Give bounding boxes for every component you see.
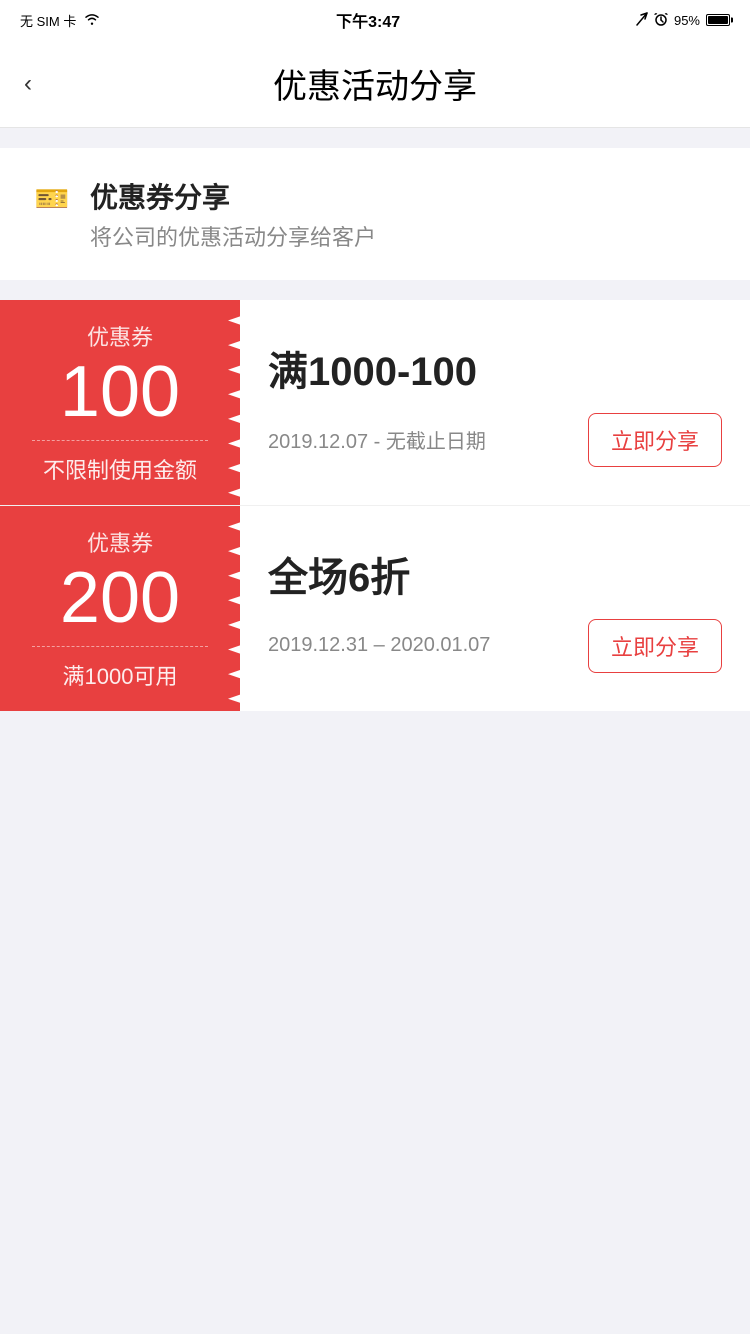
status-time: 下午3:47 bbox=[336, 8, 400, 32]
bottom-area bbox=[0, 711, 750, 1271]
battery-icon bbox=[706, 14, 730, 26]
back-button[interactable]: ‹ bbox=[24, 70, 32, 98]
section-subtitle: 将公司的优惠活动分享给客户 bbox=[90, 220, 376, 252]
coupon-condition-1: 不限制使用金额 bbox=[43, 453, 197, 485]
location-icon bbox=[636, 12, 648, 29]
alarm-icon bbox=[654, 12, 668, 29]
section-title: 优惠券分享 bbox=[90, 176, 376, 216]
coupon-label-2: 优惠券 bbox=[87, 526, 153, 558]
status-bar: 无 SIM 卡 下午3:47 95% bbox=[0, 0, 750, 40]
coupon-right-2: 全场6折 2019.12.31 – 2020.01.07 立即分享 bbox=[240, 506, 750, 711]
coupon-condition-2: 满1000可用 bbox=[63, 659, 178, 691]
coupon-name-2: 全场6折 bbox=[268, 545, 722, 603]
nav-bar: ‹ 优惠活动分享 bbox=[0, 40, 750, 128]
coupon-left-2: 优惠券 200 满1000可用 bbox=[0, 506, 240, 711]
page-title: 优惠活动分享 bbox=[273, 59, 477, 108]
wifi-icon bbox=[84, 13, 100, 28]
battery-percent: 95% bbox=[674, 13, 700, 28]
coupon-left-1: 优惠券 100 不限制使用金额 bbox=[0, 300, 240, 505]
coupon-value-1: 100 bbox=[60, 356, 180, 428]
coupon-date-2: 2019.12.31 – 2020.01.07 bbox=[268, 634, 578, 657]
coupon-date-1: 2019.12.07 - 无截止日期 bbox=[268, 425, 578, 454]
coupon-right-1: 满1000-100 2019.12.07 - 无截止日期 立即分享 bbox=[240, 300, 750, 505]
carrier-text: 无 SIM 卡 bbox=[20, 11, 76, 30]
coupon-share-button-1[interactable]: 立即分享 bbox=[588, 413, 722, 467]
coupon-item-2: 优惠券 200 满1000可用 全场6折 2019.12.31 – 2020.0… bbox=[0, 506, 750, 711]
status-right: 95% bbox=[636, 12, 730, 29]
coupon-share-button-2[interactable]: 立即分享 bbox=[588, 619, 722, 673]
coupon-name-1: 满1000-100 bbox=[268, 339, 722, 397]
section-text: 优惠券分享 将公司的优惠活动分享给客户 bbox=[90, 176, 376, 252]
coupon-meta-1: 2019.12.07 - 无截止日期 立即分享 bbox=[268, 413, 722, 467]
coupon-meta-2: 2019.12.31 – 2020.01.07 立即分享 bbox=[268, 619, 722, 673]
status-left: 无 SIM 卡 bbox=[20, 11, 100, 30]
section-header: 🎫 优惠券分享 将公司的优惠活动分享给客户 bbox=[0, 148, 750, 280]
coupon-section-icon: 🎫 bbox=[30, 176, 74, 220]
coupon-label-1: 优惠券 bbox=[87, 320, 153, 352]
coupon-item-1: 优惠券 100 不限制使用金额 满1000-100 2019.12.07 - 无… bbox=[0, 300, 750, 506]
coupon-list: 优惠券 100 不限制使用金额 满1000-100 2019.12.07 - 无… bbox=[0, 300, 750, 711]
coupon-value-2: 200 bbox=[60, 562, 180, 634]
